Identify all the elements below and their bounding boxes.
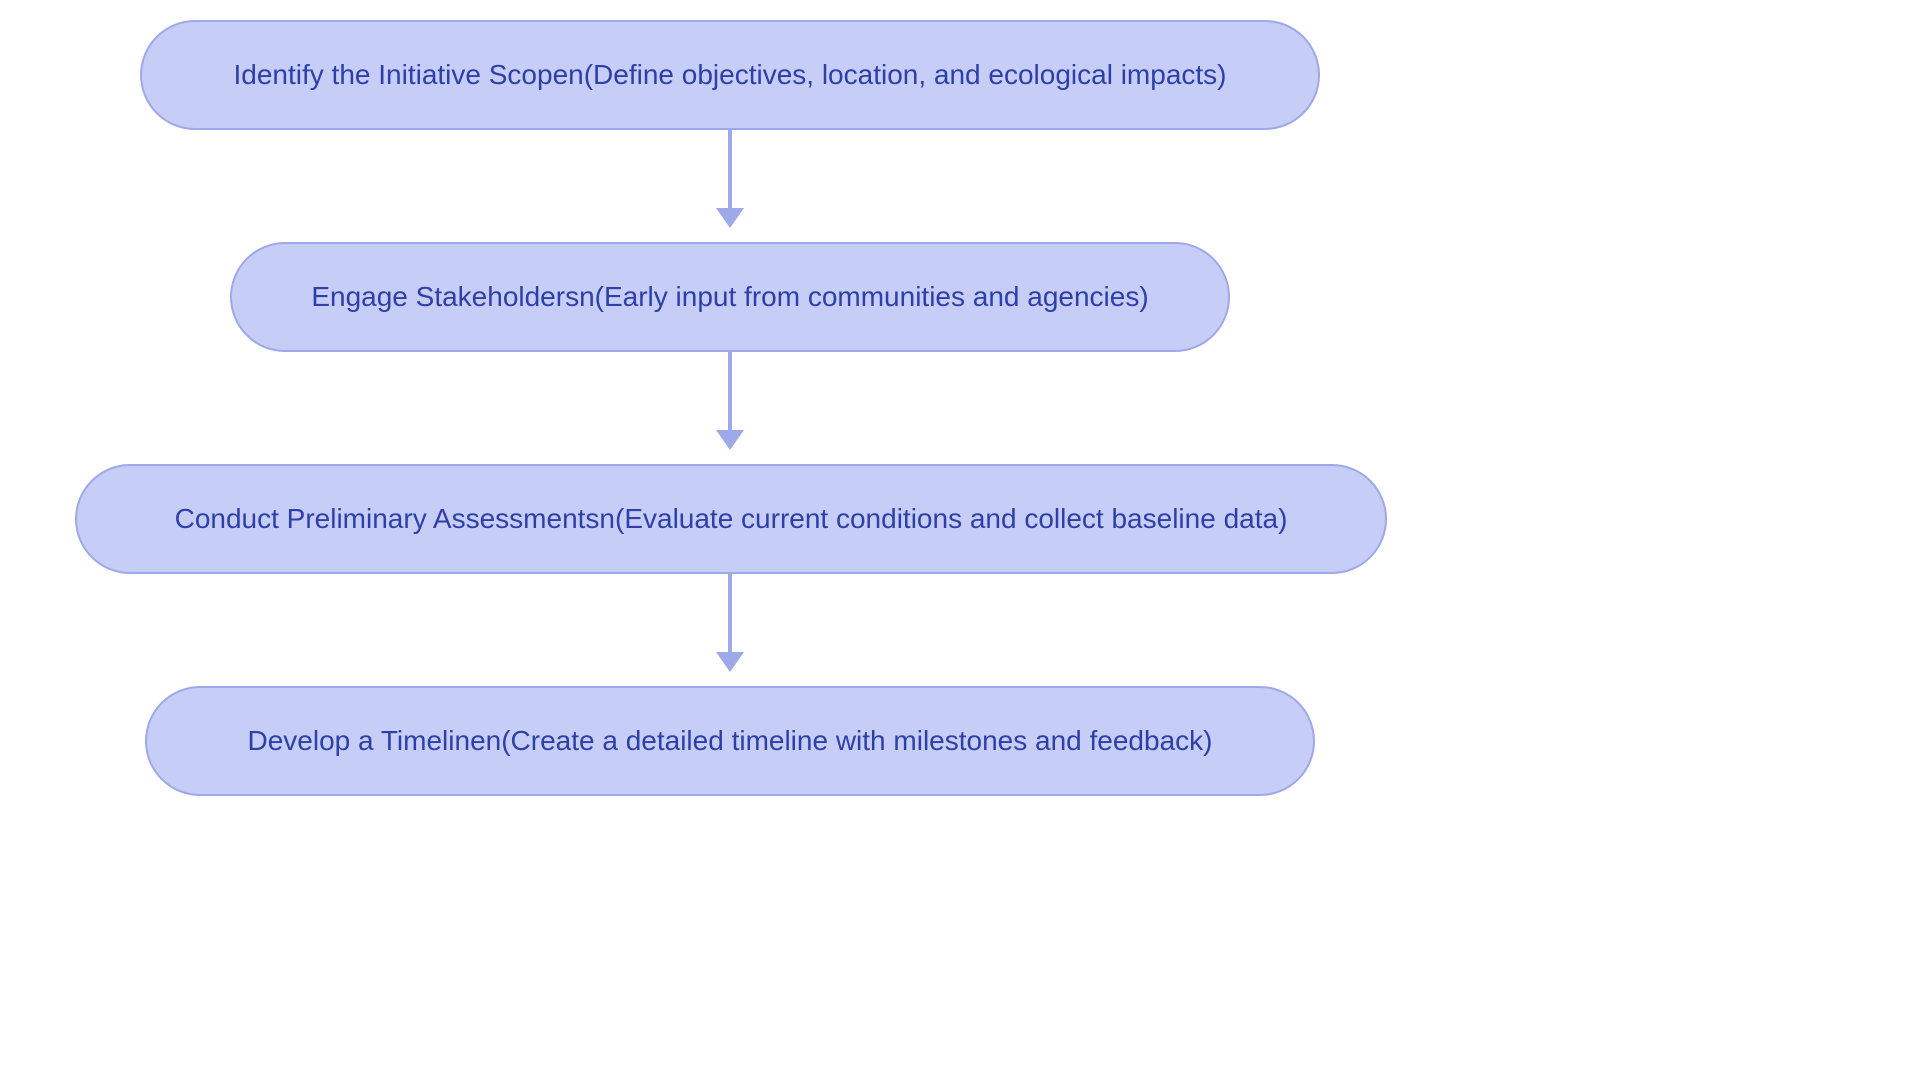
node-label: Conduct Preliminary Assessmentsn(Evaluat…: [175, 503, 1288, 535]
flowchart-container: Identify the Initiative Scopen(Define ob…: [0, 0, 1920, 1083]
node-label: Identify the Initiative Scopen(Define ob…: [234, 59, 1227, 91]
flowchart-node-3: Conduct Preliminary Assessmentsn(Evaluat…: [75, 464, 1387, 574]
arrow-1-2: [728, 130, 732, 225]
flowchart-node-4: Develop a Timelinen(Create a detailed ti…: [145, 686, 1315, 796]
node-label: Engage Stakeholdersn(Early input from co…: [311, 281, 1148, 313]
arrow-3-4: [728, 574, 732, 669]
node-label: Develop a Timelinen(Create a detailed ti…: [248, 725, 1213, 757]
flowchart-node-1: Identify the Initiative Scopen(Define ob…: [140, 20, 1320, 130]
flowchart-node-2: Engage Stakeholdersn(Early input from co…: [230, 242, 1230, 352]
arrow-2-3: [728, 352, 732, 447]
